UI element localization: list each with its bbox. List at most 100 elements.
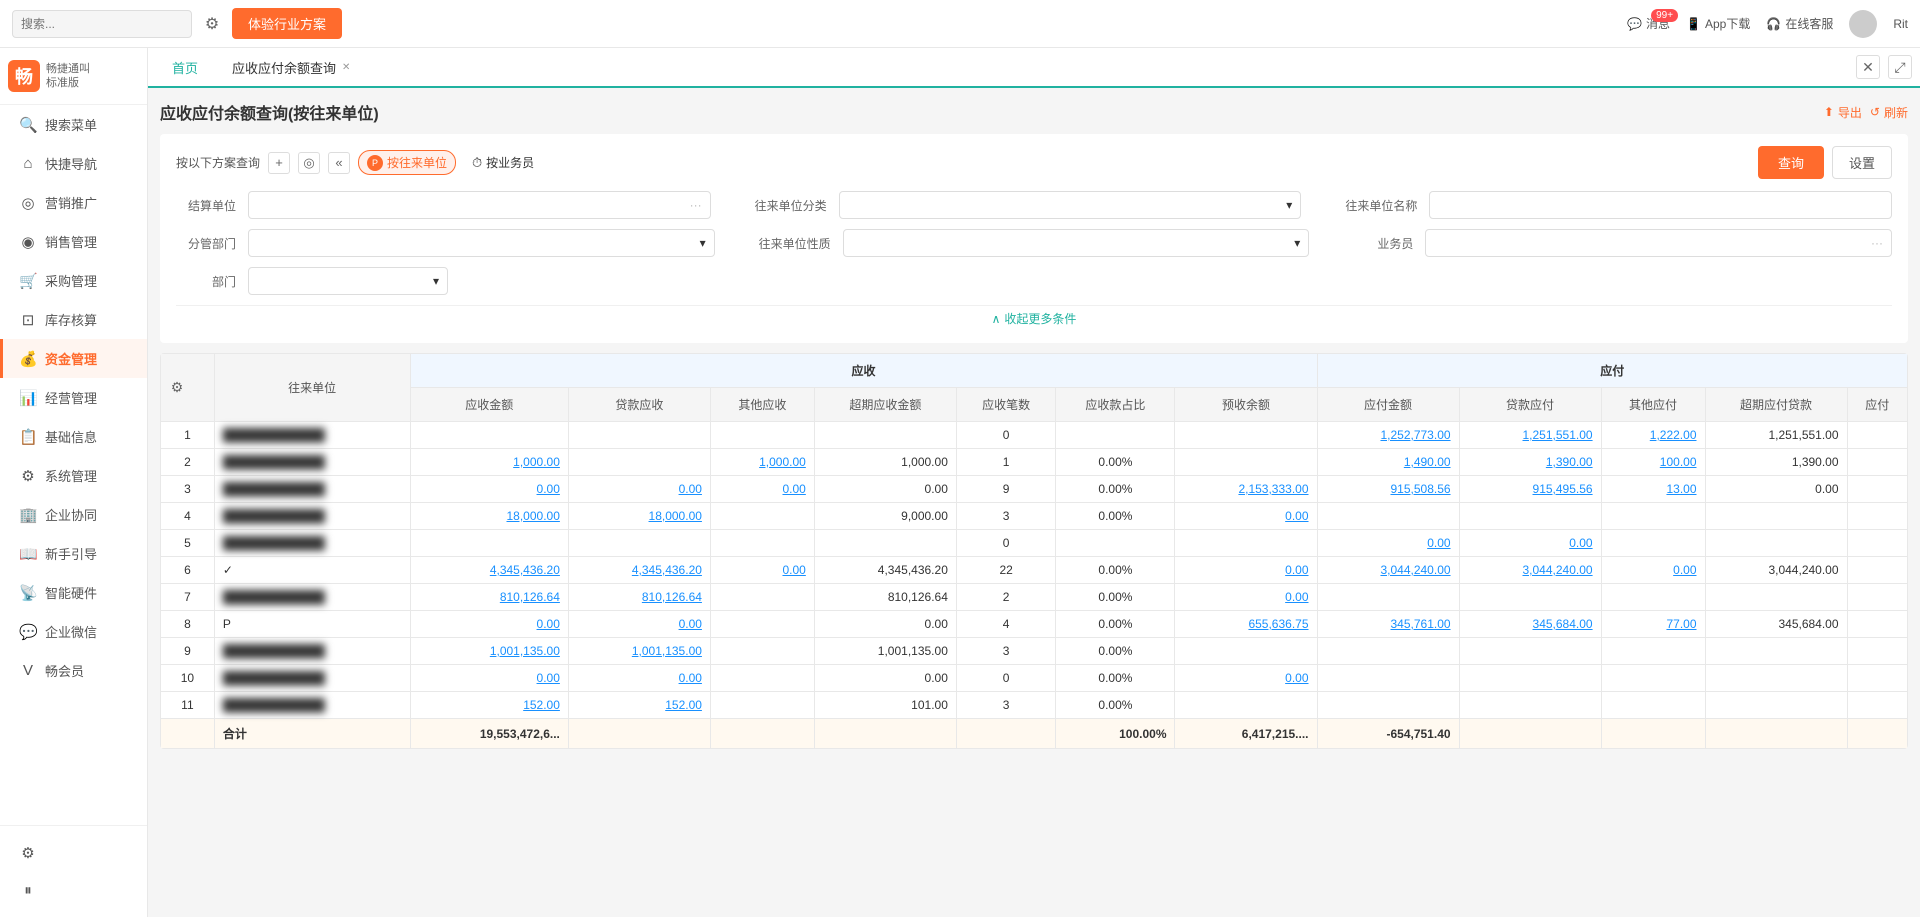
sidebar-item-purchase[interactable]: 🛒采购管理 xyxy=(0,261,147,300)
sidebar-item-operation[interactable]: 📊经营管理 xyxy=(0,378,147,417)
table-cell[interactable]: 77.00 xyxy=(1601,611,1705,638)
table-cell: 101.00 xyxy=(814,692,956,719)
table-cell: 7 xyxy=(161,584,215,611)
table-cell[interactable]: 0.00 xyxy=(568,665,710,692)
search-input[interactable] xyxy=(12,10,192,38)
table-cell[interactable]: 4,345,436.20 xyxy=(568,557,710,584)
sidebar-item-label-vip: 畅会员 xyxy=(45,661,84,680)
manage-dept-select[interactable]: ▾ xyxy=(248,229,715,257)
table-cell[interactable]: 0.00 xyxy=(1459,530,1601,557)
table-cell[interactable]: 810,126.64 xyxy=(410,584,568,611)
table-cell[interactable]: 810,126.64 xyxy=(568,584,710,611)
table-cell[interactable]: 0.00 xyxy=(710,557,814,584)
scheme-by-salesman[interactable]: ⏱ 按业务员 xyxy=(464,151,542,174)
tab-close-window-icon[interactable]: ✕ xyxy=(1856,55,1880,79)
table-cell[interactable]: 0.00 xyxy=(1317,530,1459,557)
salesman-input[interactable]: ··· xyxy=(1425,229,1892,257)
table-cell[interactable]: 3,044,240.00 xyxy=(1317,557,1459,584)
table-cell[interactable]: 1,000.00 xyxy=(410,449,568,476)
tab-close-icon[interactable]: ✕ xyxy=(342,62,350,73)
table-cell[interactable]: 100.00 xyxy=(1601,449,1705,476)
sidebar-item-quick-nav[interactable]: ⌂快捷导航 xyxy=(0,144,147,183)
trial-btn[interactable]: 体验行业方案 xyxy=(232,8,342,39)
table-cell[interactable]: 0.00 xyxy=(1175,503,1317,530)
app-download-btn[interactable]: 📱 App下载 xyxy=(1686,15,1750,32)
table-cell[interactable]: 3,044,240.00 xyxy=(1459,557,1601,584)
sidebar-item-guide[interactable]: 📖新手引导 xyxy=(0,534,147,573)
sidebar-item-finance[interactable]: 💰资金管理 xyxy=(0,339,147,378)
tab-maximize-icon[interactable]: ⤢ xyxy=(1888,55,1912,79)
table-cell[interactable]: 4,345,436.20 xyxy=(410,557,568,584)
avatar[interactable] xyxy=(1849,10,1877,38)
table-cell[interactable]: 915,508.56 xyxy=(1317,476,1459,503)
table-cell[interactable]: 1,252,773.00 xyxy=(1317,422,1459,449)
add-scheme-btn[interactable]: + xyxy=(268,152,290,174)
setting-btn[interactable]: 设置 xyxy=(1832,146,1892,179)
partner-name-input[interactable] xyxy=(1429,191,1892,219)
table-cell[interactable]: 655,636.75 xyxy=(1175,611,1317,638)
sidebar-item-settings[interactable]: ⚙ xyxy=(0,834,147,872)
table-cell[interactable]: 1,000.00 xyxy=(710,449,814,476)
partner-category-select[interactable]: ▾ xyxy=(839,191,1302,219)
online-service-btn[interactable]: 🎧 在线客服 xyxy=(1766,15,1833,32)
table-cell: 10 xyxy=(161,665,215,692)
partner-nature-select[interactable]: ▾ xyxy=(843,229,1310,257)
table-cell[interactable]: 345,761.00 xyxy=(1317,611,1459,638)
sidebar-item-wechat[interactable]: 💬企业微信 xyxy=(0,612,147,651)
sidebar-item-label-operation: 经营管理 xyxy=(45,388,97,407)
table-cell[interactable]: 1,001,135.00 xyxy=(568,638,710,665)
table-cell[interactable]: 0.00 xyxy=(710,476,814,503)
sidebar-item-collapse[interactable]: ⏸ xyxy=(0,872,147,909)
sidebar-item-system[interactable]: ⚙系统管理 xyxy=(0,456,147,495)
table-cell[interactable]: 0.00 xyxy=(1601,557,1705,584)
sidebar-item-search-menu[interactable]: 🔍搜索菜单 xyxy=(0,105,147,144)
sidebar-item-inventory[interactable]: ⊡库存核算 xyxy=(0,300,147,339)
table-cell[interactable]: 1,001,135.00 xyxy=(410,638,568,665)
table-cell[interactable]: 18,000.00 xyxy=(568,503,710,530)
table-cell: 1 xyxy=(161,422,215,449)
sidebar-item-vip[interactable]: V畅会员 xyxy=(0,651,147,690)
collapse-more-btn[interactable]: ∧ 收起更多条件 xyxy=(176,305,1892,331)
table-row: 2████████████1,000.001,000.001,000.0010.… xyxy=(161,449,1908,476)
query-btn[interactable]: 查询 xyxy=(1758,146,1824,179)
table-cell[interactable]: 1,222.00 xyxy=(1601,422,1705,449)
sidebar-item-basic[interactable]: 📋基础信息 xyxy=(0,417,147,456)
sidebar-item-enterprise[interactable]: 🏢企业协同 xyxy=(0,495,147,534)
table-cell[interactable]: 915,495.56 xyxy=(1459,476,1601,503)
table-cell[interactable]: 0.00 xyxy=(1175,665,1317,692)
department-select[interactable]: ▾ xyxy=(248,267,448,295)
table-cell[interactable]: 0.00 xyxy=(410,476,568,503)
table-cell[interactable]: 0.00 xyxy=(1175,584,1317,611)
table-cell[interactable]: 345,684.00 xyxy=(1459,611,1601,638)
table-cell[interactable]: 152.00 xyxy=(568,692,710,719)
table-cell[interactable]: 2,153,333.00 xyxy=(1175,476,1317,503)
table-cell[interactable]: 0.00 xyxy=(1175,557,1317,584)
sidebar-item-sales[interactable]: ◉销售管理 xyxy=(0,222,147,261)
table-cell[interactable]: 0.00 xyxy=(568,476,710,503)
table-settings-icon[interactable]: ⚙ xyxy=(167,378,187,398)
table-cell[interactable]: 18,000.00 xyxy=(410,503,568,530)
export-btn[interactable]: ⬆ 导出 xyxy=(1824,104,1862,121)
table-cell[interactable]: 1,390.00 xyxy=(1459,449,1601,476)
tab-ar-ap-query[interactable]: 应收应付余额查询 ✕ xyxy=(216,48,366,88)
scheme-by-partner[interactable]: P 按往来单位 xyxy=(358,150,456,175)
table-cell[interactable]: 1,251,551.00 xyxy=(1459,422,1601,449)
table-cell[interactable]: 0.00 xyxy=(410,665,568,692)
table-cell xyxy=(1317,638,1459,665)
th-settings[interactable]: ⚙ xyxy=(161,354,215,422)
table-cell xyxy=(1705,638,1847,665)
settlement-unit-input[interactable]: ··· xyxy=(248,191,711,219)
message-btn[interactable]: 💬 消息 99+ xyxy=(1627,15,1670,32)
table-cell[interactable]: 0.00 xyxy=(568,611,710,638)
table-cell[interactable]: 1,490.00 xyxy=(1317,449,1459,476)
table-cell[interactable]: 0.00 xyxy=(410,611,568,638)
table-cell[interactable]: 13.00 xyxy=(1601,476,1705,503)
sidebar-item-marketing[interactable]: ◎营销推广 xyxy=(0,183,147,222)
refresh-btn[interactable]: ↺ 刷新 xyxy=(1870,104,1908,121)
gear-icon[interactable]: ⚙ xyxy=(200,12,224,36)
sidebar-item-smart-hw[interactable]: 📡智能硬件 xyxy=(0,573,147,612)
tab-home[interactable]: 首页 xyxy=(156,48,214,88)
config-scheme-btn[interactable]: ◎ xyxy=(298,152,320,174)
collapse-scheme-btn[interactable]: « xyxy=(328,152,350,174)
table-cell[interactable]: 152.00 xyxy=(410,692,568,719)
